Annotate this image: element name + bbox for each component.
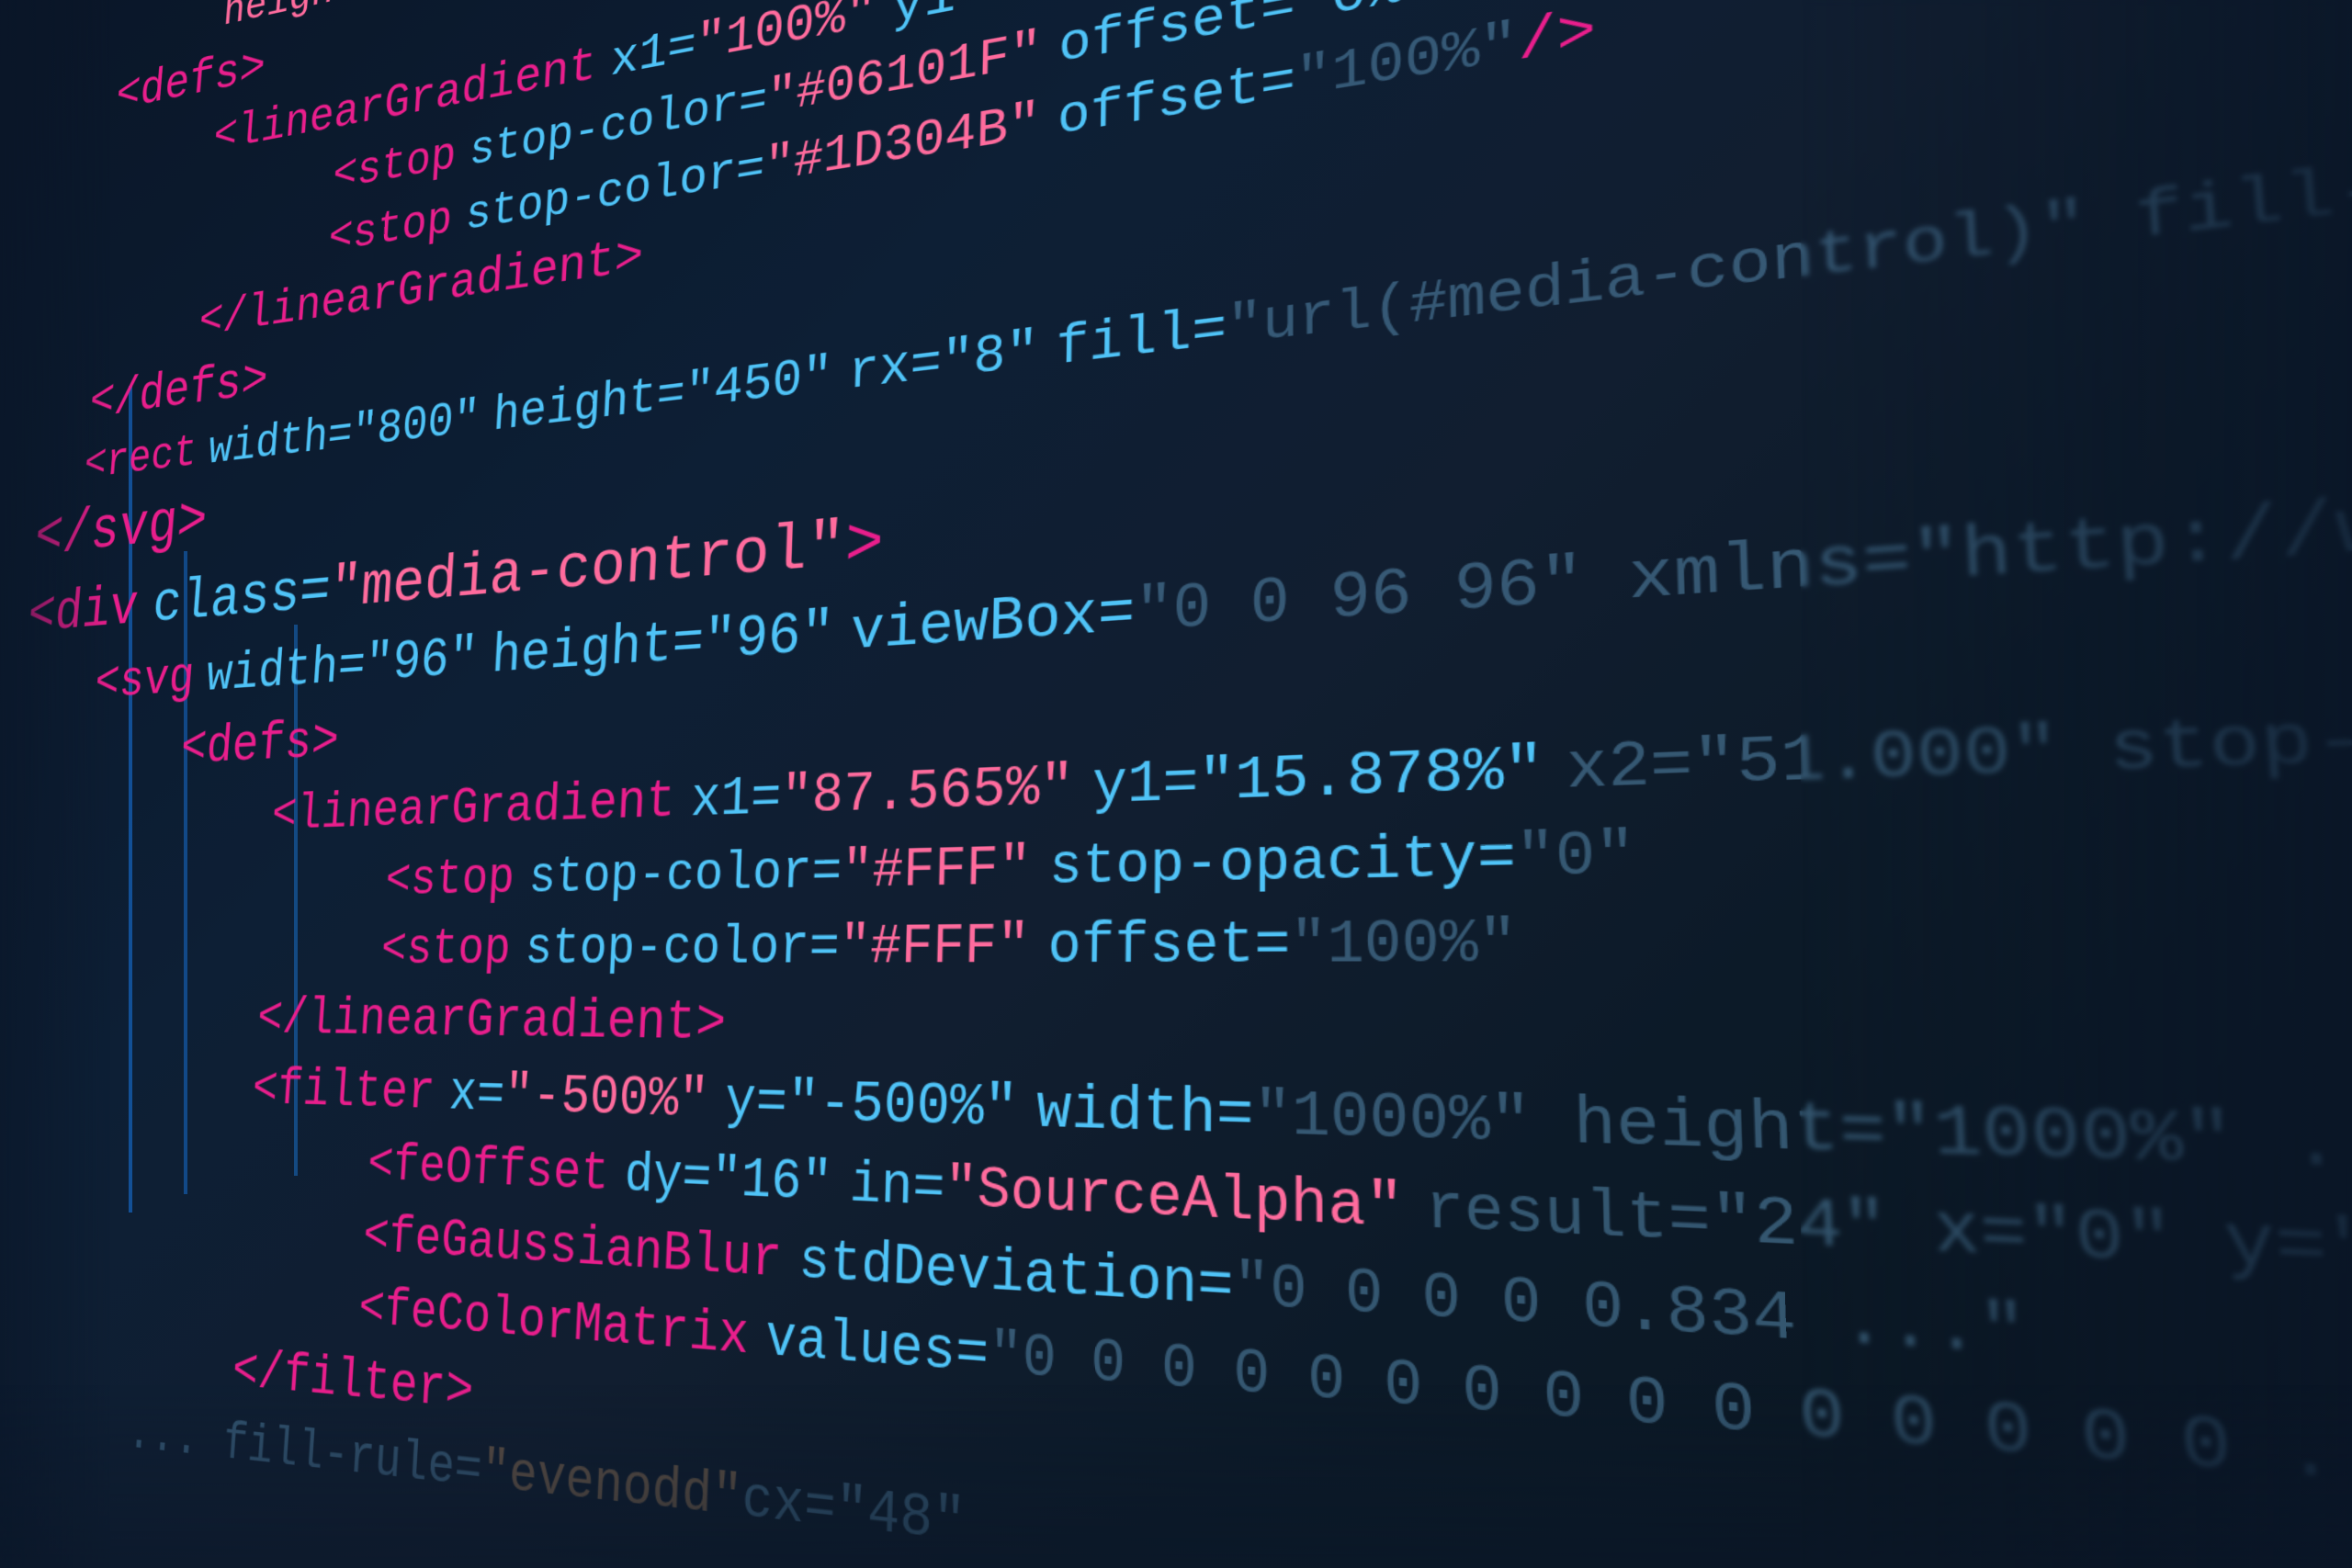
code-token: width= (205, 639, 368, 703)
code-token: "0" (1515, 825, 1636, 890)
code-token: <linearGradient (270, 775, 676, 841)
code-token: ... fill-rule= (126, 1408, 483, 1500)
code-token: <feGaussianBlur (362, 1211, 783, 1291)
code-token: <stop (384, 853, 515, 907)
code-screenshot: height="450" viewBox="0 0 800 450" xmlns… (0, 0, 2352, 1568)
code-token: </defs> (87, 353, 269, 428)
code-token: > (843, 510, 884, 581)
code-token: stop-color= (527, 845, 842, 904)
code-token: <stop (379, 924, 512, 976)
code-token: "16" (710, 1152, 833, 1213)
code-token: height= (490, 615, 705, 685)
code-token: "-500%" (786, 1076, 1019, 1142)
code-line-15: <stop stop-color="#FFF" offset="100%" (379, 893, 2352, 979)
code-token: "1000%" height="1000%" ... (1253, 1085, 2352, 1189)
code-token: offset= (1047, 916, 1291, 976)
code-token: x= (447, 1068, 505, 1124)
code-token: "evenodd" (481, 1444, 743, 1529)
code-token: </svg> (32, 491, 209, 569)
code-token: width= (207, 411, 354, 475)
code-token: "800" (351, 395, 481, 458)
code-token: x1= (690, 771, 783, 829)
code-token: "100%" (1291, 914, 1519, 976)
code-token: class= (151, 560, 333, 635)
code-token: "96" (364, 631, 480, 694)
code-token: in= (849, 1157, 945, 1220)
code-token: fill= (1056, 301, 1227, 378)
code-token: <div (26, 578, 141, 645)
code-token: "#FFF" (841, 840, 1031, 900)
code-token: y1= (1091, 754, 1198, 818)
code-token: "48" (834, 1481, 967, 1556)
code-token: height= (492, 369, 685, 443)
code-token: cx= (741, 1471, 837, 1540)
code-token: <rect (83, 430, 198, 489)
code-token: stdDeviation= (797, 1234, 1233, 1319)
code-token: dy= (623, 1149, 712, 1208)
code-token: /> (1441, 0, 1517, 9)
code-token: "#FFF" (839, 919, 1030, 976)
code-token: "8" (941, 325, 1039, 391)
code-token: /> (1517, 4, 1596, 74)
code-token: "87.565%" (780, 759, 1074, 827)
code-token: values= (764, 1311, 989, 1387)
code-content: height="450" viewBox="0 0 800 450" xmlns… (0, 0, 2352, 1568)
code-token: viewBox= (850, 583, 1136, 664)
code-token: "SourceAlpha" (944, 1161, 1405, 1242)
code-token: rx= (847, 337, 942, 401)
code-token: <svg (93, 652, 196, 710)
code-token: stop-color= (524, 920, 840, 976)
code-token: "15.878%" (1198, 740, 1545, 815)
code-token: y1= (891, 0, 989, 35)
code-token: "96" (703, 605, 835, 672)
code-token: stop-opacity= (1048, 829, 1516, 897)
code-token: <stop (332, 132, 458, 200)
code-token: <stop (327, 197, 454, 264)
code-token: <feOffset (367, 1139, 611, 1202)
code-token: </linearGradient> (255, 994, 727, 1054)
code-token: "450" (684, 351, 832, 421)
code-token: <filter (251, 1064, 436, 1122)
code-token: width= (1035, 1080, 1253, 1149)
code-token: <defs> (179, 715, 341, 776)
code-token: </filter> (231, 1345, 475, 1423)
code-token: y= (724, 1074, 788, 1134)
code-token: "-500%" (503, 1069, 709, 1131)
code-token: x1= (609, 21, 696, 88)
code-token: <feColorMatrix (357, 1282, 750, 1367)
